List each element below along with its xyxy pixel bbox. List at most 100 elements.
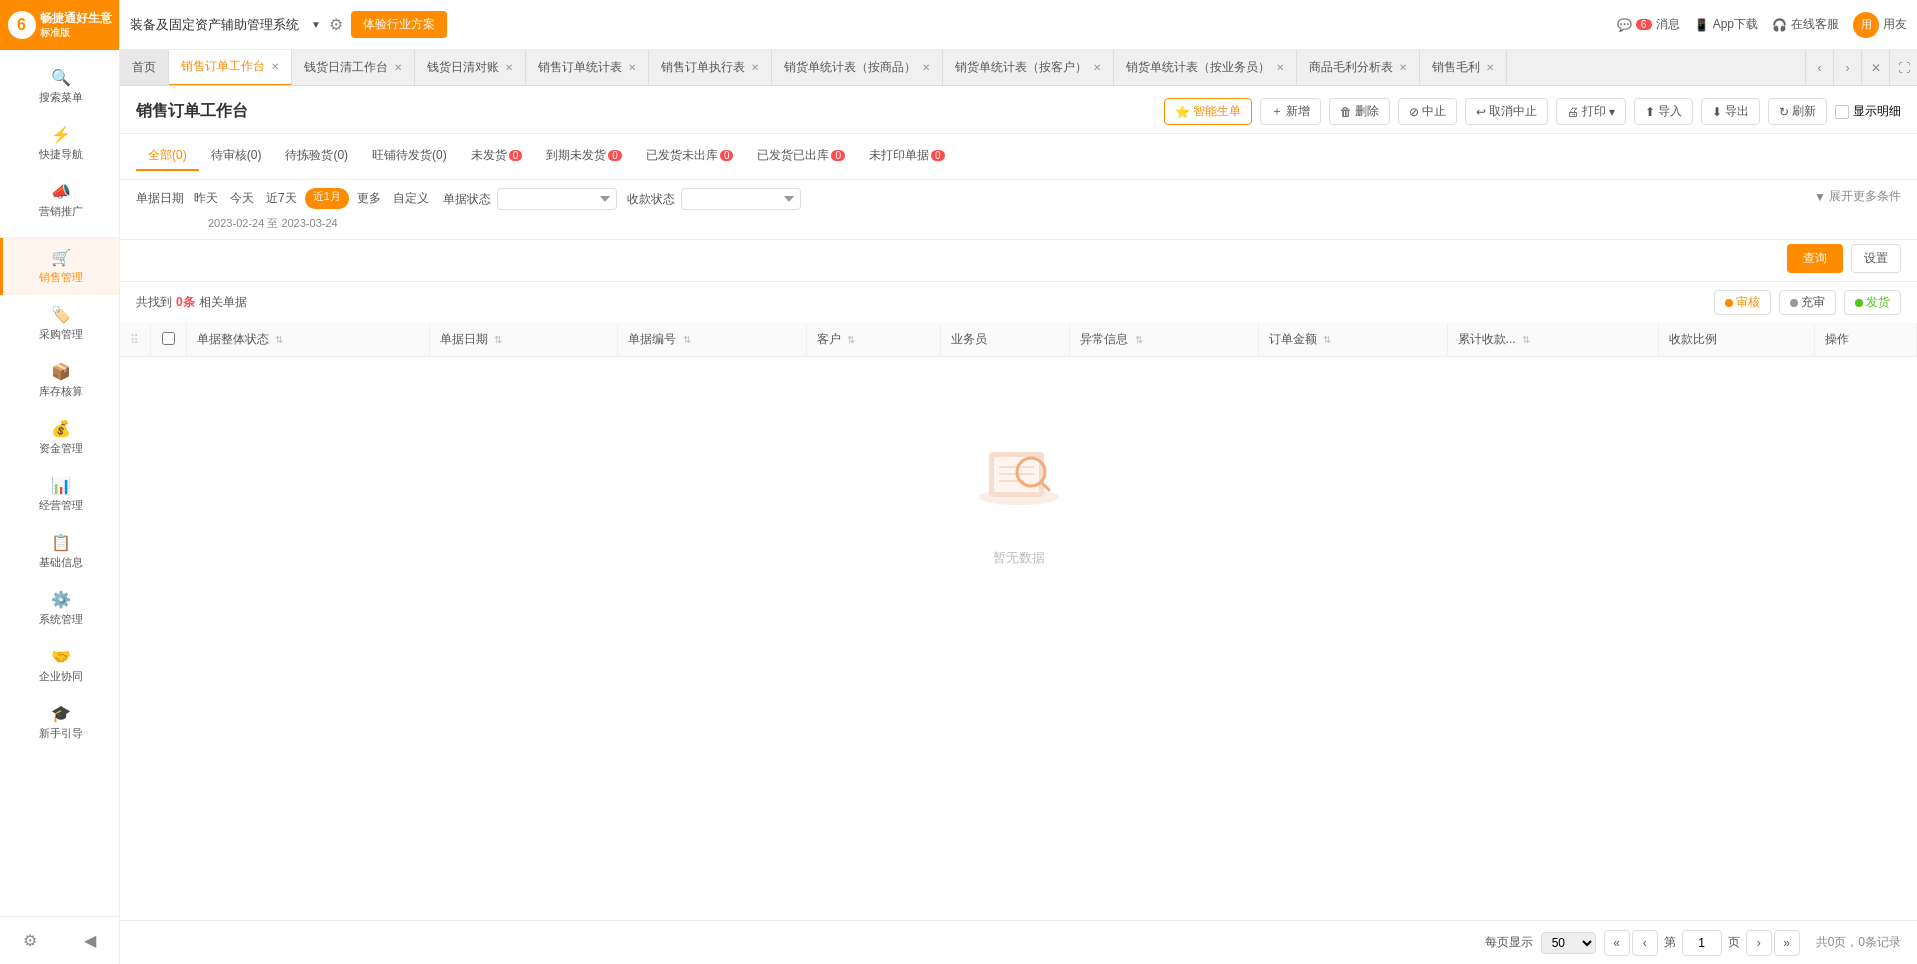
date-1month[interactable]: 近1月 [305,188,349,209]
sidebar-item-newbie[interactable]: 🎓 新手引导 [0,694,119,751]
tab-close-icon[interactable]: ✕ [271,61,279,72]
settings-icon[interactable]: ⚙ [19,927,41,954]
smart-generate-btn[interactable]: ⭐ 智能生单 [1164,98,1252,125]
tab-product-margin[interactable]: 商品毛利分析表 ✕ [1297,50,1420,86]
import-icon: ⬆ [1645,105,1655,119]
display-detail-checkbox[interactable] [1835,105,1849,119]
subtab-wangpu-pending[interactable]: 旺铺待发货(0) [360,142,459,171]
tab-sales-exec[interactable]: 销售订单执行表 ✕ [649,50,772,86]
add-btn[interactable]: ＋ 新增 [1260,98,1321,125]
user-avatar[interactable]: 用 用友 [1853,12,1907,38]
tab-close-icon[interactable]: ✕ [751,62,759,73]
first-page-btn[interactable]: « [1604,930,1630,956]
payment-select[interactable] [681,188,801,210]
subtab-all[interactable]: 全部(0) [136,142,199,171]
status-select[interactable] [497,188,617,210]
experience-btn[interactable]: 体验行业方案 [351,11,447,38]
message-btn[interactable]: 💬 6 消息 [1617,16,1680,33]
collapse-icon[interactable]: ◀ [80,927,100,954]
tab-next-btn[interactable]: › [1833,50,1861,86]
tab-sales-summary-staff[interactable]: 销货单统计表（按业务员） ✕ [1114,50,1297,86]
date-yesterday[interactable]: 昨天 [190,188,222,209]
sidebar-item-search[interactable]: 🔍 搜索菜单 [0,58,119,115]
ship-btn[interactable]: 发货 [1844,290,1901,315]
last-page-btn[interactable]: » [1774,930,1800,956]
sidebar-item-sales[interactable]: 🛒 销售管理 [0,238,119,295]
data-table-container: ⠿ 单据整体状态 ⇅ 单据日期 ⇅ 单据编号 [120,323,1917,920]
cancel-review-btn[interactable]: 充审 [1779,290,1836,315]
sidebar-item-marketing[interactable]: 📣 营销推广 [0,172,119,229]
tab-close-icon[interactable]: ✕ [628,62,636,73]
tab-home[interactable]: 首页 [120,50,169,86]
col-staff: 业务员 [941,323,1070,357]
cancel-stop-icon: ↩ [1476,105,1486,119]
select-all-checkbox[interactable] [162,332,175,345]
online-service-btn[interactable]: 🎧 在线客服 [1772,16,1839,33]
app-download-btn[interactable]: 📱 App下载 [1694,16,1758,33]
col-number: 单据编号 ⇅ [618,323,807,357]
delete-btn[interactable]: 🗑 删除 [1329,98,1390,125]
tab-close-icon[interactable]: ✕ [394,62,402,73]
logo: 6 畅捷通好生意 标准版 [0,0,119,50]
date-custom[interactable]: 自定义 [389,188,433,209]
subtab-shipped-not-in[interactable]: 已发货未出库0 [634,142,746,171]
sidebar-item-basic[interactable]: 📋 基础信息 [0,523,119,580]
print-btn[interactable]: 🖨 打印 ▾ [1556,98,1626,125]
cancel-stop-btn[interactable]: ↩ 取消中止 [1465,98,1548,125]
avatar: 用 [1853,12,1879,38]
subtab-shipped-out[interactable]: 已发货已出库0 [745,142,857,171]
date-today[interactable]: 今天 [226,188,258,209]
sidebar-item-inventory[interactable]: 📦 库存核算 [0,352,119,409]
import-btn[interactable]: ⬆ 导入 [1634,98,1693,125]
tab-sales-stats[interactable]: 销售订单统计表 ✕ [526,50,649,86]
tab-sales-summary-product[interactable]: 销货单统计表（按商品） ✕ [772,50,943,86]
tab-close-icon[interactable]: ✕ [1093,62,1101,73]
tab-close-icon[interactable]: ✕ [922,62,930,73]
megaphone-icon: 📣 [51,182,71,201]
stop-btn[interactable]: ⊘ 中止 [1398,98,1457,125]
subtab-pending-inspect[interactable]: 待拣验货(0) [273,142,360,171]
sidebar-item-purchase[interactable]: 🏷️ 采购管理 [0,295,119,352]
query-btn[interactable]: 查询 [1787,244,1843,273]
sidebar-item-capital[interactable]: 💰 资金管理 [0,409,119,466]
sidebar-item-enterprise[interactable]: 🤝 企业协同 [0,637,119,694]
tab-close-icon[interactable]: ✕ [1399,62,1407,73]
tab-prev-btn[interactable]: ‹ [1805,50,1833,86]
subtab-not-printed[interactable]: 未打印单据0 [857,142,957,171]
date-7days[interactable]: 近7天 [262,188,301,209]
tab-cash-reconcile[interactable]: 钱货日清对账 ✕ [415,50,526,86]
per-page-select[interactable]: 50 10 20 100 [1541,932,1596,954]
prev-page-btn[interactable]: ‹ [1632,930,1658,956]
tab-sales-workbench-label: 销售订单工作台 [181,58,265,75]
sort-icon: ⇅ [683,334,691,345]
subtab-overdue-not-shipped[interactable]: 到期未发货0 [534,142,634,171]
sidebar-item-operations[interactable]: 📊 经营管理 [0,466,119,523]
review-btn[interactable]: 审核 [1714,290,1771,315]
tab-close-icon[interactable]: ✕ [505,62,513,73]
set-btn[interactable]: 设置 [1851,244,1901,273]
tab-close-all-btn[interactable]: ✕ [1861,50,1889,86]
review-dot [1725,299,1733,307]
sidebar-item-quick-nav[interactable]: ⚡ 快捷导航 [0,115,119,172]
next-page-btn[interactable]: › [1746,930,1772,956]
sidebar-item-system[interactable]: ⚙️ 系统管理 [0,580,119,637]
tab-close-icon[interactable]: ✕ [1276,62,1284,73]
tab-sales-profit[interactable]: 销售毛利 ✕ [1420,50,1507,86]
refresh-btn[interactable]: ↻ 刷新 [1768,98,1827,125]
expand-filter-btn[interactable]: ▼ 展开更多条件 [1814,188,1901,205]
subtab-pending-review[interactable]: 待审核(0) [199,142,274,171]
tab-sales-summary-customer[interactable]: 销货单统计表（按客户） ✕ [943,50,1114,86]
subtab-not-shipped[interactable]: 未发货0 [459,142,535,171]
system-title-dropdown[interactable]: ▼ [311,19,321,30]
sidebar-bottom: ⚙ ◀ [0,916,119,964]
filter-bar: 单据日期 昨天 今天 近7天 近1月 更多 自定义 单据状态 收款状态 ▼ [120,180,1917,240]
tab-sales-workbench[interactable]: 销售订单工作台 ✕ [169,50,292,86]
tab-cash-daily[interactable]: 钱货日清工作台 ✕ [292,50,415,86]
export-btn[interactable]: ⬇ 导出 [1701,98,1760,125]
page-input[interactable] [1682,930,1722,956]
col-status: 单据整体状态 ⇅ [186,323,429,357]
tab-maximize-btn[interactable]: ⛶ [1889,50,1917,86]
tab-close-icon[interactable]: ✕ [1486,62,1494,73]
date-more[interactable]: 更多 [353,188,385,209]
topbar-gear-icon[interactable]: ⚙ [329,15,343,34]
